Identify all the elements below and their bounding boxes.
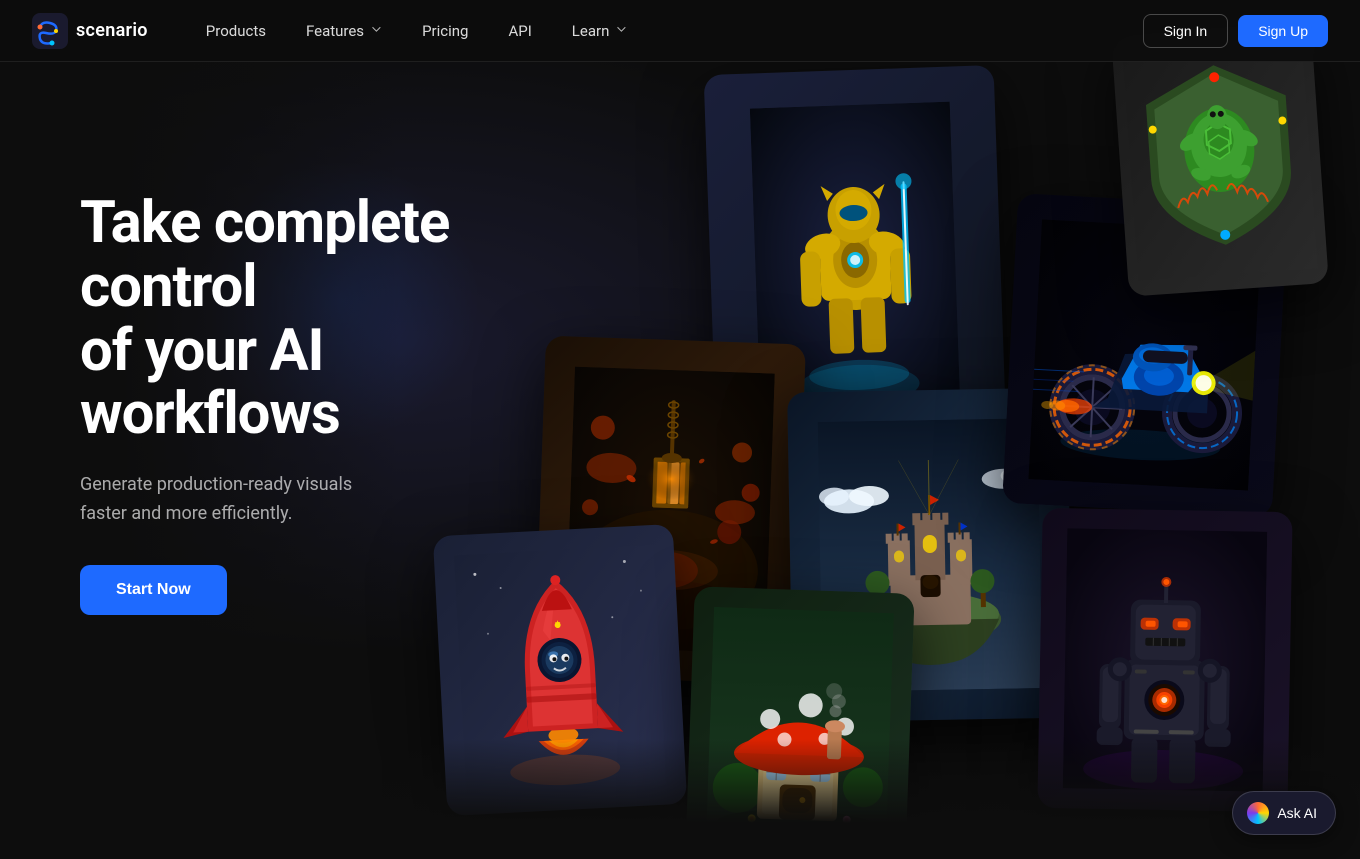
signup-button[interactable]: Sign Up — [1238, 15, 1328, 47]
image-card-armor-warrior — [704, 65, 1007, 445]
ask-ai-icon — [1247, 802, 1269, 824]
cartoon-building-illustration — [706, 607, 894, 843]
ask-ai-button[interactable]: Ask AI — [1232, 791, 1336, 835]
nav-links: Products Features Pricing API Learn — [188, 14, 1143, 48]
features-chevron-down-icon — [368, 24, 382, 38]
signin-button[interactable]: Sign In — [1143, 14, 1229, 48]
nav-features[interactable]: Features — [288, 14, 400, 48]
hero-overlay-bottom — [0, 739, 1360, 859]
nav-pricing[interactable]: Pricing — [404, 14, 486, 48]
nav-learn[interactable]: Learn — [554, 14, 646, 48]
dark-robot-illustration — [1063, 528, 1268, 791]
nav-actions: Sign In Sign Up — [1143, 14, 1328, 48]
logo[interactable]: scenario — [32, 13, 148, 49]
floating-castle-illustration — [818, 418, 1043, 692]
image-card-cartoon-building — [685, 586, 914, 859]
start-now-button[interactable]: Start Now — [80, 565, 227, 615]
hero-section: Take complete control of your AI workflo… — [0, 0, 1360, 859]
image-card-floating-castle — [787, 388, 1073, 723]
hero-subtitle: Generate production-ready visualsfaster … — [80, 471, 500, 529]
armor-warrior-illustration — [750, 102, 960, 409]
image-card-robot — [1037, 508, 1292, 812]
logo-text: scenario — [76, 20, 148, 41]
image-card-blue-motorcycle — [1002, 193, 1288, 517]
hero-content: Take complete control of your AI workflo… — [0, 62, 650, 675]
shield-illustration — [1122, 39, 1318, 281]
hero-title: Take complete control of your AI workflo… — [80, 192, 570, 447]
learn-chevron-down-icon — [613, 24, 627, 38]
image-card-shield — [1111, 23, 1329, 296]
nav-api[interactable]: API — [490, 14, 549, 48]
nav-products[interactable]: Products — [188, 14, 284, 48]
blue-motorcycle-illustration — [1028, 219, 1261, 490]
navbar: scenario Products Features Pricing API L… — [0, 0, 1360, 62]
scenario-logo-icon — [32, 13, 68, 49]
